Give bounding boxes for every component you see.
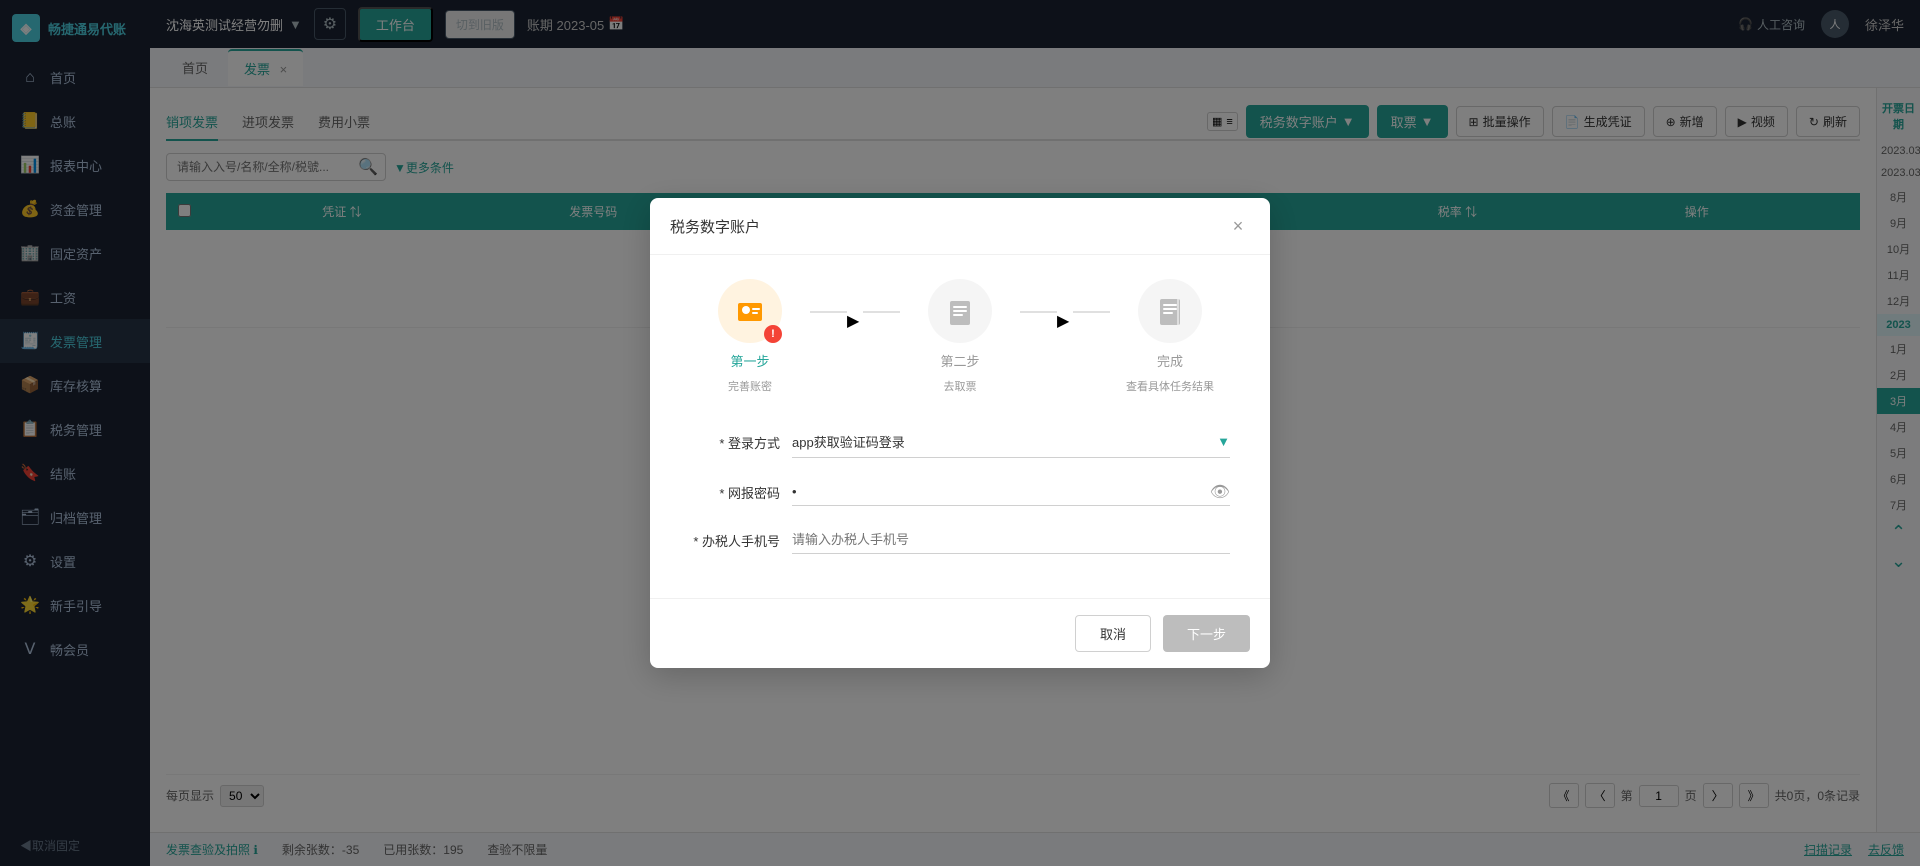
step-3-icon-wrap xyxy=(1138,279,1202,343)
password-label: * 网报密码 xyxy=(690,483,780,502)
steps-indicator: ! 第一步 完善账密 ▶ xyxy=(690,279,1230,394)
step-2-icon-wrap xyxy=(928,279,992,343)
step-1-icon-wrap: ! xyxy=(718,279,782,343)
step-2-label: 第二步 xyxy=(940,351,979,370)
login-method-row: * 登录方式 app获取验证码登录 ▼ xyxy=(690,426,1230,458)
step-1-svg xyxy=(730,291,770,331)
step-connector-3 xyxy=(1020,311,1057,313)
select-arrow-icon: ▼ xyxy=(1217,434,1230,449)
phone-label: * 办税人手机号 xyxy=(690,531,780,550)
cancel-button[interactable]: 取消 xyxy=(1075,615,1151,652)
modal-close-button[interactable]: × xyxy=(1226,214,1250,238)
step-1-badge: ! xyxy=(764,325,782,343)
tax-digital-modal: 税务数字账户 × xyxy=(650,198,1270,668)
phone-row: * 办税人手机号 xyxy=(690,526,1230,554)
step-1-desc: 完善账密 xyxy=(728,378,772,394)
step-3-label: 完成 xyxy=(1157,351,1183,370)
step-2-desc: 去取票 xyxy=(944,378,977,394)
step-2-svg xyxy=(940,291,980,331)
step-3-icon xyxy=(1138,279,1202,343)
modal-body: ! 第一步 完善账密 ▶ xyxy=(650,255,1270,598)
login-method-select[interactable]: app获取验证码登录 ▼ xyxy=(792,426,1230,458)
step-connector-1 xyxy=(810,311,847,313)
arrow-1: ▶ xyxy=(847,311,863,313)
next-button[interactable]: 下一步 xyxy=(1163,615,1250,652)
step-2-icon xyxy=(928,279,992,343)
step-connector-4 xyxy=(1073,311,1110,313)
step-3-desc: 查看具体任务结果 xyxy=(1126,378,1214,394)
modal-title: 税务数字账户 xyxy=(670,216,760,237)
step-1-label: 第一步 xyxy=(730,351,769,370)
modal-header: 税务数字账户 × xyxy=(650,198,1270,255)
modal-overlay: 税务数字账户 × xyxy=(0,0,1920,866)
step-3-svg xyxy=(1150,291,1190,331)
password-input-wrap: 👁 xyxy=(792,478,1230,506)
password-input[interactable] xyxy=(792,478,1230,506)
step-1: ! 第一步 完善账密 xyxy=(690,279,810,394)
step-3: 完成 查看具体任务结果 xyxy=(1110,279,1230,394)
step-connector-2 xyxy=(863,311,900,313)
login-method-label: * 登录方式 xyxy=(690,433,780,452)
password-row: * 网报密码 👁 xyxy=(690,478,1230,506)
password-toggle-icon[interactable]: 👁 xyxy=(1210,482,1230,502)
step-2: 第二步 去取票 xyxy=(900,279,1020,394)
phone-input[interactable] xyxy=(792,526,1230,554)
phone-input-wrap xyxy=(792,526,1230,554)
arrow-2: ▶ xyxy=(1057,311,1073,313)
modal-footer: 取消 下一步 xyxy=(650,598,1270,668)
